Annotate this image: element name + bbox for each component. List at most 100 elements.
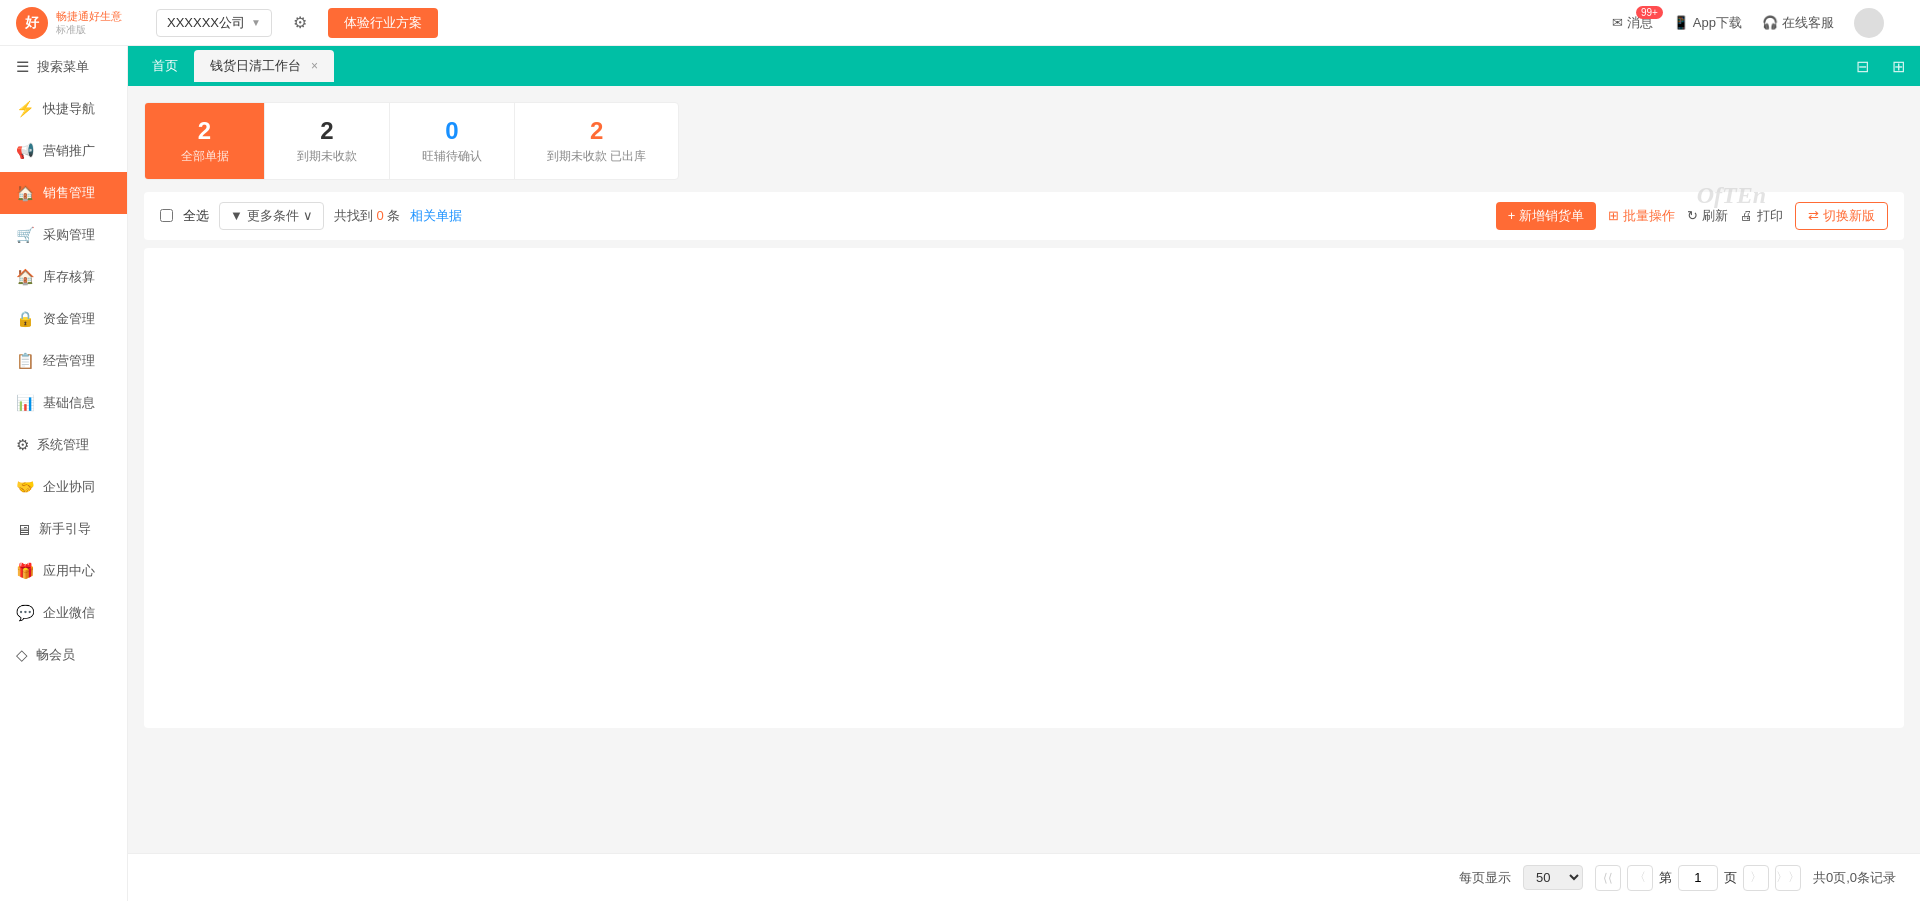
- sidebar-item-finance[interactable]: 🔒 资金管理: [0, 298, 127, 340]
- filter-label: 更多条件: [247, 207, 299, 225]
- add-sales-order-button[interactable]: + 新增销货单: [1496, 202, 1596, 230]
- enterprise-icon: 🤝: [16, 478, 35, 496]
- basic-info-icon: 📊: [16, 394, 35, 412]
- sidebar-item-label: 销售管理: [43, 184, 95, 202]
- page-unit-label: 页: [1724, 869, 1737, 887]
- sidebar-item-label: 快捷导航: [43, 100, 95, 118]
- sidebar-item-label: 库存核算: [43, 268, 95, 286]
- sidebar-item-operations[interactable]: 📋 经营管理: [0, 340, 127, 382]
- tab-maximize-button[interactable]: ⊞: [1884, 52, 1912, 80]
- member-icon: ◇: [16, 646, 28, 664]
- tab-close-button[interactable]: ×: [311, 59, 318, 73]
- filter-arrow-icon: ∨: [303, 208, 313, 223]
- refresh-button[interactable]: ↻ 刷新: [1687, 207, 1728, 225]
- user-avatar[interactable]: [1854, 8, 1884, 38]
- switch-label: 切换新版: [1823, 207, 1875, 225]
- header-right: ✉ 消息 99+ 📱 App下载 🎧 在线客服: [1612, 8, 1904, 38]
- message-icon: ✉: [1612, 15, 1623, 30]
- messages-button[interactable]: ✉ 消息 99+: [1612, 14, 1653, 32]
- toolbar-right: + 新增销货单 ⊞ 批量操作 ↻ 刷新 🖨 打印 ⇄ 切换新版: [1496, 202, 1888, 230]
- sidebar-item-label: 新手引导: [39, 520, 91, 538]
- sidebar-item-sales[interactable]: 🏠 销售管理: [0, 172, 127, 214]
- wechat-icon: 💬: [16, 604, 35, 622]
- print-label: 打印: [1757, 207, 1783, 225]
- sidebar-item-label: 基础信息: [43, 394, 95, 412]
- tab-cashflow-label: 钱货日清工作台: [210, 57, 301, 75]
- purchase-icon: 🛒: [16, 226, 35, 244]
- marketing-icon: 📢: [16, 142, 35, 160]
- sidebar-item-member[interactable]: ◇ 畅会员: [0, 634, 127, 676]
- related-orders-link[interactable]: 相关单据: [410, 207, 462, 225]
- per-page-select[interactable]: 50 20 100 200: [1523, 865, 1583, 890]
- trial-button[interactable]: 体验行业方案: [328, 8, 438, 38]
- service-icon: 🎧: [1762, 15, 1778, 30]
- stat-num-all: 2: [177, 117, 232, 146]
- tab-minimize-button[interactable]: ⊟: [1848, 52, 1876, 80]
- found-text: 共找到 0 条: [334, 207, 400, 225]
- online-service-button[interactable]: 🎧 在线客服: [1762, 14, 1834, 32]
- stat-label-pending: 旺辅待确认: [422, 148, 482, 165]
- batch-operation-button[interactable]: ⊞ 批量操作: [1608, 207, 1675, 225]
- tab-cashflow[interactable]: 钱货日清工作台 ×: [194, 50, 334, 82]
- print-icon: 🖨: [1740, 208, 1753, 223]
- toolbar-left: 全选 ▼ 更多条件 ∨ 共找到 0 条 相关单据: [160, 202, 1484, 230]
- stat-card-overdue[interactable]: 2 到期未收款: [265, 103, 390, 179]
- app-logo: 好: [16, 7, 48, 39]
- next-page-button[interactable]: 〉: [1743, 865, 1769, 891]
- app-name: 畅捷通好生意 标准版: [56, 9, 122, 36]
- sidebar-item-marketing[interactable]: 📢 营销推广: [0, 130, 127, 172]
- stat-num-overdue: 2: [297, 117, 357, 146]
- sidebar-item-wechat[interactable]: 💬 企业微信: [0, 592, 127, 634]
- app-download-label: App下载: [1693, 14, 1742, 32]
- company-name: XXXXXX公司: [167, 14, 245, 32]
- sidebar-item-basic-info[interactable]: 📊 基础信息: [0, 382, 127, 424]
- tab-bar-actions: ⊟ ⊞: [1848, 52, 1912, 80]
- header-left: 好 畅捷通好生意 标准版 XXXXXX公司 ▼ ⚙ 体验行业方案: [16, 7, 438, 39]
- first-page-button[interactable]: ⟨⟨: [1595, 865, 1621, 891]
- batch-icon: ⊞: [1608, 208, 1619, 223]
- sidebar-item-label: 搜索菜单: [37, 58, 89, 76]
- finance-icon: 🔒: [16, 310, 35, 328]
- sidebar-item-inventory[interactable]: 🏠 库存核算: [0, 256, 127, 298]
- prev-page-button[interactable]: 〈: [1627, 865, 1653, 891]
- sidebar-item-quick-nav[interactable]: ⚡ 快捷导航: [0, 88, 127, 130]
- stat-label-all: 全部单据: [177, 148, 232, 165]
- search-menu-icon: ☰: [16, 58, 29, 76]
- batch-label: 批量操作: [1623, 207, 1675, 225]
- sidebar-item-search[interactable]: ☰ 搜索菜单: [0, 46, 127, 88]
- select-all-checkbox[interactable]: [160, 209, 173, 222]
- top-header: 好 畅捷通好生意 标准版 XXXXXX公司 ▼ ⚙ 体验行业方案 ✉ 消息 99…: [0, 0, 1920, 46]
- sidebar-item-purchase[interactable]: 🛒 采购管理: [0, 214, 127, 256]
- company-selector[interactable]: XXXXXX公司 ▼: [156, 9, 272, 37]
- page-total-label: 共0页,0条记录: [1813, 869, 1896, 887]
- sidebar-item-newbie[interactable]: 🖥 新手引导: [0, 508, 127, 550]
- messages-badge: 99+: [1636, 6, 1663, 19]
- sidebar-item-app-center[interactable]: 🎁 应用中心: [0, 550, 127, 592]
- operations-icon: 📋: [16, 352, 35, 370]
- table-area: [144, 248, 1904, 728]
- stat-card-all[interactable]: 2 全部单据: [145, 103, 265, 179]
- stat-label-overdue: 到期未收款: [297, 148, 357, 165]
- sidebar-item-system[interactable]: ⚙ 系统管理: [0, 424, 127, 466]
- stat-num-overdue-shipped: 2: [547, 117, 646, 146]
- stat-card-overdue-shipped[interactable]: 2 到期未收款 已出库: [515, 103, 678, 179]
- stat-card-pending[interactable]: 0 旺辅待确认: [390, 103, 515, 179]
- last-page-button[interactable]: 〉〉: [1775, 865, 1801, 891]
- inventory-icon: 🏠: [16, 268, 35, 286]
- settings-button[interactable]: ⚙: [284, 7, 316, 39]
- online-service-label: 在线客服: [1782, 14, 1834, 32]
- filter-icon: ▼: [230, 208, 243, 223]
- main-content: 2 全部单据 2 到期未收款 0 旺辅待确认 2 到期未收款 已出库 全选 ▼ …: [128, 86, 1920, 901]
- app-download-button[interactable]: 📱 App下载: [1673, 14, 1742, 32]
- sidebar-item-enterprise[interactable]: 🤝 企业协同: [0, 466, 127, 508]
- switch-version-button[interactable]: ⇄ 切换新版: [1795, 202, 1888, 230]
- pagination-bar: 每页显示 50 20 100 200 ⟨⟨ 〈 第 1 页 〉 〉〉 共0页,0…: [128, 853, 1920, 901]
- tab-home[interactable]: 首页: [136, 50, 194, 82]
- refresh-label: 刷新: [1702, 207, 1728, 225]
- logo-area: 好 畅捷通好生意 标准版: [16, 7, 144, 39]
- filter-button[interactable]: ▼ 更多条件 ∨: [219, 202, 324, 230]
- page-nav: ⟨⟨ 〈 第 1 页 〉 〉〉: [1595, 865, 1801, 891]
- sidebar-item-label: 企业微信: [43, 604, 95, 622]
- print-button[interactable]: 🖨 打印: [1740, 207, 1783, 225]
- page-number-input[interactable]: 1: [1678, 865, 1718, 891]
